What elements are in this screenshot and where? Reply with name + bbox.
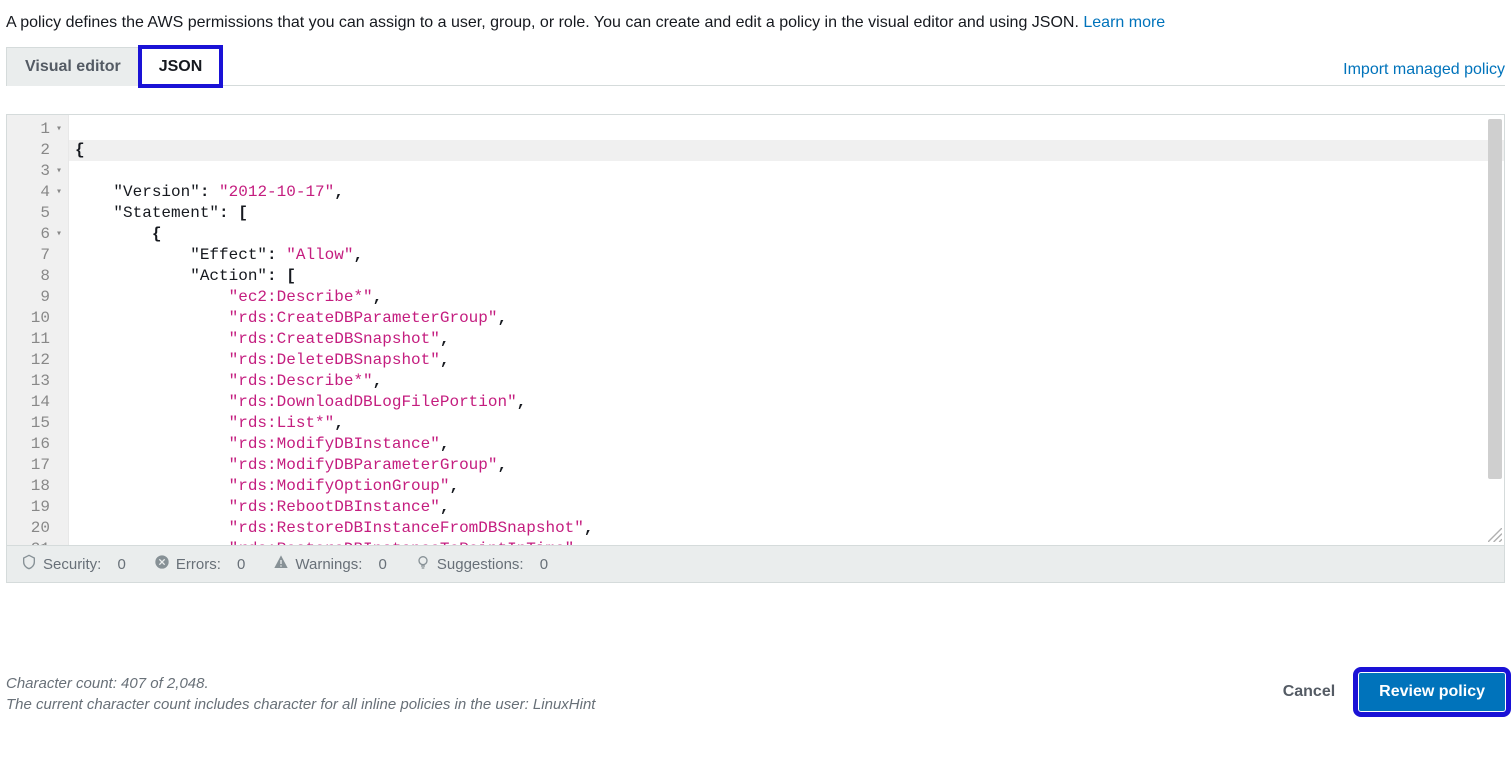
line-number: 4 [7, 182, 62, 203]
tab-visual-editor[interactable]: Visual editor [6, 47, 140, 86]
line-number-gutter: 1 2 3 4 5 6 7 8 9 10 11 12 13 14 15 16 1… [7, 115, 69, 545]
char-note-text: The current character count includes cha… [6, 694, 595, 715]
line-number: 11 [7, 329, 62, 350]
line-number: 10 [7, 308, 62, 329]
line-number: 18 [7, 476, 62, 497]
status-security[interactable]: Security: 0 [21, 554, 126, 574]
description-text: A policy defines the AWS permissions tha… [6, 14, 1079, 31]
line-number: 2 [7, 140, 62, 161]
line-number: 21 [7, 539, 62, 545]
line-number: 7 [7, 245, 62, 266]
review-policy-button[interactable]: Review policy [1359, 673, 1505, 711]
code-editor[interactable]: 1 2 3 4 5 6 7 8 9 10 11 12 13 14 15 16 1… [7, 115, 1504, 545]
vertical-scrollbar[interactable] [1488, 119, 1502, 479]
status-warnings[interactable]: Warnings: 0 [273, 554, 386, 574]
json-editor: 1 2 3 4 5 6 7 8 9 10 11 12 13 14 15 16 1… [6, 114, 1505, 583]
policy-description: A policy defines the AWS permissions tha… [6, 14, 1505, 32]
line-number: 5 [7, 203, 62, 224]
line-number: 13 [7, 371, 62, 392]
validation-status-bar: Security: 0 Errors: 0 Warnings: 0 Sugges… [7, 545, 1504, 582]
line-number: 9 [7, 287, 62, 308]
tab-json[interactable]: JSON [140, 47, 222, 86]
line-number: 12 [7, 350, 62, 371]
character-count-info: Character count: 407 of 2,048. The curre… [6, 673, 595, 715]
cancel-button[interactable]: Cancel [1283, 683, 1335, 701]
import-managed-policy-link[interactable]: Import managed policy [1343, 61, 1505, 85]
status-errors[interactable]: Errors: 0 [154, 554, 246, 574]
page-footer: Character count: 407 of 2,048. The curre… [6, 673, 1505, 715]
lightbulb-icon [415, 554, 431, 574]
line-number: 1 [7, 119, 62, 140]
learn-more-link[interactable]: Learn more [1083, 14, 1165, 31]
shield-icon [21, 554, 37, 574]
status-suggestions[interactable]: Suggestions: 0 [415, 554, 548, 574]
line-number: 20 [7, 518, 62, 539]
warning-triangle-icon [273, 554, 289, 574]
line-number: 19 [7, 497, 62, 518]
line-number: 16 [7, 434, 62, 455]
line-number: 8 [7, 266, 62, 287]
error-circle-icon [154, 554, 170, 574]
line-number: 14 [7, 392, 62, 413]
line-number: 17 [7, 455, 62, 476]
line-number: 15 [7, 413, 62, 434]
line-number: 6 [7, 224, 62, 245]
line-number: 3 [7, 161, 62, 182]
char-count-text: Character count: 407 of 2,048. [6, 673, 595, 694]
editor-tabs: Visual editor JSON Import managed policy [6, 46, 1505, 86]
code-content[interactable]: { "Version": "2012-10-17", "Statement": … [69, 115, 1504, 545]
